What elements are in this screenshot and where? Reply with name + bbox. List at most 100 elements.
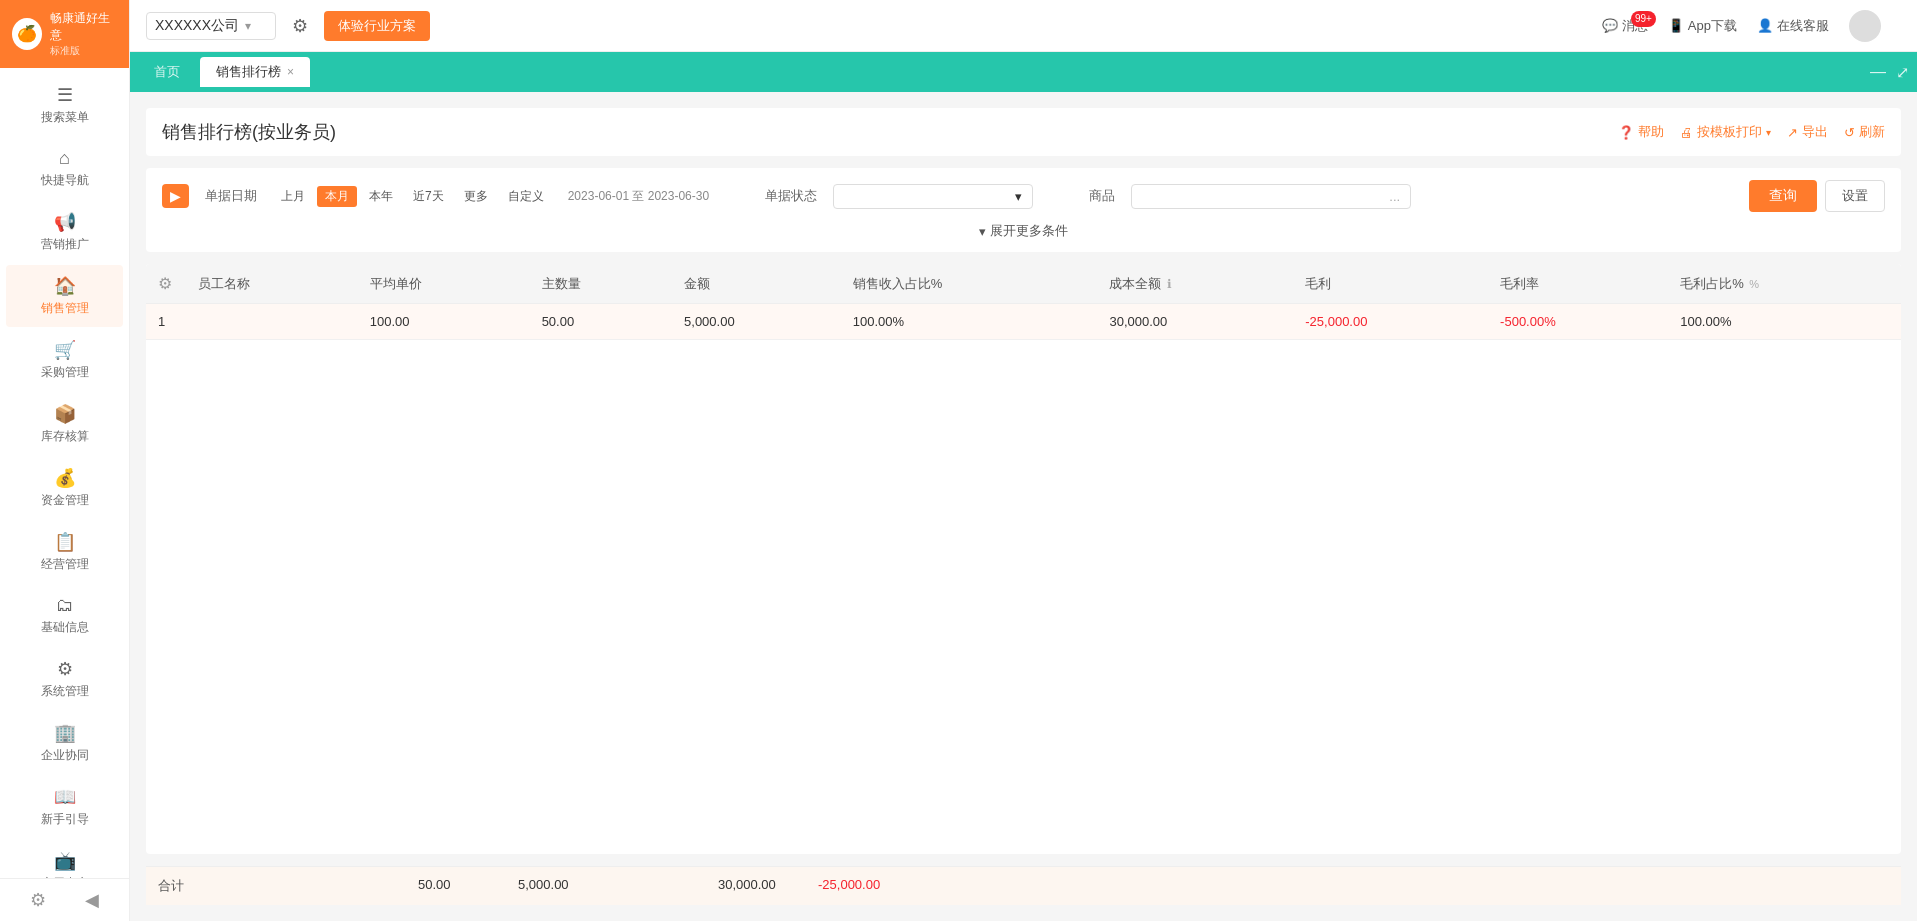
cost-info-icon[interactable]: ℹ (1167, 277, 1172, 291)
row-amount: 5,000.00 (672, 304, 841, 340)
sidebar-item-system[interactable]: ⚙ 系统管理 (6, 648, 123, 710)
finance-icon: 💰 (54, 467, 76, 489)
print-icon: 🖨 (1680, 125, 1693, 140)
sidebar-item-marketing[interactable]: 📢 营销推广 (6, 201, 123, 263)
collapse-sidebar-icon[interactable]: ◀ (85, 889, 99, 911)
export-button[interactable]: ↗ 导出 (1787, 123, 1828, 141)
tab-home[interactable]: 首页 (138, 57, 196, 87)
column-settings-icon[interactable]: ⚙ (158, 275, 172, 292)
col-header-gross-pct: 毛利占比% % (1668, 264, 1901, 304)
query-button[interactable]: 查询 (1749, 180, 1817, 212)
date-tab-this-month[interactable]: 本月 (317, 186, 357, 207)
tab-close-icon[interactable]: × (287, 65, 294, 79)
row-cost: 30,000.00 (1097, 304, 1293, 340)
print-button[interactable]: 🖨 按模板打印 ▾ (1680, 123, 1771, 141)
refresh-button[interactable]: ↺ 刷新 (1844, 123, 1885, 141)
status-filter-label: 单据状态 (765, 187, 817, 205)
table-footer: 合计 50.00 5,000.00 30,000.00 -25,000.00 (146, 866, 1901, 905)
window-minimize-icon[interactable]: — (1870, 63, 1886, 81)
help-button[interactable]: ❓ 帮助 (1618, 123, 1664, 141)
row-gross-rate: -500.00% (1488, 304, 1668, 340)
col-header-amount: 金额 (672, 264, 841, 304)
inventory-icon: 📦 (54, 403, 76, 425)
sales-icon: 🏠 (54, 275, 76, 297)
marketing-icon: 📢 (54, 211, 76, 233)
tab-home-label: 首页 (154, 63, 180, 81)
message-action[interactable]: 💬 消息 99+ (1602, 17, 1648, 35)
date-tab-7-days[interactable]: 近7天 (405, 186, 452, 207)
purchase-icon: 🛒 (54, 339, 76, 361)
sidebar-item-operations[interactable]: 📋 经营管理 (6, 521, 123, 583)
col-header-gross-rate: 毛利率 (1488, 264, 1668, 304)
sidebar-item-inventory[interactable]: 📦 库存核算 (6, 393, 123, 455)
row-gross-pct: 100.00% (1668, 304, 1901, 340)
date-tab-this-year[interactable]: 本年 (361, 186, 401, 207)
date-range-display: 2023-06-01 至 2023-06-30 (568, 188, 709, 205)
sidebar-item-label: 资金管理 (41, 492, 89, 509)
company-selector[interactable]: XXXXXX公司 ▾ (146, 12, 276, 40)
filter-row-1: ▶ 单据日期 上月 本月 本年 近7天 更多 自定义 2023-06-01 至 … (162, 180, 1885, 212)
sidebar-item-label: 快捷导航 (41, 172, 89, 189)
sidebar-item-sales[interactable]: 🏠 销售管理 (6, 265, 123, 327)
sidebar-item-appstore[interactable]: 📺 应用中心 (6, 840, 123, 878)
sidebar-item-finance[interactable]: 💰 资金管理 (6, 457, 123, 519)
refresh-label: 刷新 (1859, 123, 1885, 141)
table-wrapper: ⚙ 员工名称 平均单价 主数量 金额 (146, 264, 1901, 854)
filter-bar: ▶ 单据日期 上月 本月 本年 近7天 更多 自定义 2023-06-01 至 … (146, 168, 1901, 252)
sidebar-item-enterprise[interactable]: 🏢 企业协同 (6, 712, 123, 774)
sidebar-item-label: 采购管理 (41, 364, 89, 381)
sidebar-item-label: 搜索菜单 (41, 109, 89, 126)
settings-bottom-icon[interactable]: ⚙ (30, 889, 46, 911)
app-download-label: App下载 (1688, 17, 1737, 35)
date-tab-last-month[interactable]: 上月 (273, 186, 313, 207)
col-header-avg-price: 平均单价 (358, 264, 530, 304)
sidebar-item-search[interactable]: ☰ 搜索菜单 (6, 74, 123, 136)
goods-input[interactable]: ... (1131, 184, 1411, 209)
col-header-sales-pct: 销售收入占比% (841, 264, 1098, 304)
tab-bar-right: — ⤢ (1870, 63, 1909, 82)
settings-button[interactable]: 设置 (1825, 180, 1885, 212)
tab-sales-ranking[interactable]: 销售排行榜 × (200, 57, 310, 87)
window-maximize-icon[interactable]: ⤢ (1896, 63, 1909, 82)
sidebar: 🍊 畅康通好生意 标准版 ☰ 搜索菜单 ⌂ 快捷导航 📢 营销推广 🏠 销售管理… (0, 0, 130, 921)
tab-bar: 首页 销售排行榜 × — ⤢ (130, 52, 1917, 92)
online-service-label: 在线客服 (1777, 17, 1829, 35)
company-caret-icon: ▾ (245, 19, 251, 33)
app-download-action[interactable]: 📱 App下载 (1668, 17, 1737, 35)
message-icon: 💬 (1602, 18, 1618, 33)
search-menu-icon: ☰ (57, 84, 73, 106)
logo-subtitle: 标准版 (50, 44, 117, 58)
sidebar-item-basic[interactable]: 🗂 基础信息 (6, 585, 123, 646)
status-select[interactable]: ▾ (833, 184, 1033, 209)
goods-filter-label: 商品 (1089, 187, 1115, 205)
row-rank: 1 (146, 304, 186, 340)
topbar-settings-icon[interactable]: ⚙ (288, 11, 312, 41)
expand-filters-button[interactable]: ▾ 展开更多条件 (979, 222, 1068, 240)
sidebar-item-label: 库存核算 (41, 428, 89, 445)
user-avatar[interactable] (1849, 10, 1881, 42)
date-tab-more[interactable]: 更多 (456, 186, 496, 207)
sidebar-logo: 🍊 畅康通好生意 标准版 (0, 0, 129, 68)
service-icon: 👤 (1757, 18, 1773, 33)
date-tab-custom[interactable]: 自定义 (500, 186, 552, 207)
sidebar-item-label: 营销推广 (41, 236, 89, 253)
logo-title: 畅康通好生意 (50, 10, 117, 44)
trial-button[interactable]: 体验行业方案 (324, 11, 430, 41)
sidebar-item-purchase[interactable]: 🛒 采购管理 (6, 329, 123, 391)
col-header-gross: 毛利 (1293, 264, 1488, 304)
footer-total-label: 合计 (158, 878, 184, 893)
footer-gross: -25,000.00 (818, 877, 898, 895)
sidebar-item-label: 基础信息 (41, 619, 89, 636)
row-avg-price: 100.00 (358, 304, 530, 340)
online-service-action[interactable]: 👤 在线客服 (1757, 17, 1829, 35)
newbie-icon: 📖 (54, 786, 76, 808)
sidebar-item-label: 新手引导 (41, 811, 89, 828)
filter-expand-arrow[interactable]: ▶ (162, 184, 189, 208)
sidebar-item-shortcut[interactable]: ⌂ 快捷导航 (6, 138, 123, 199)
gross-pct-info-icon[interactable]: % (1749, 278, 1759, 290)
appstore-icon: 📺 (54, 850, 76, 872)
help-label: 帮助 (1638, 123, 1664, 141)
footer-amount: 5,000.00 (518, 877, 598, 895)
top-bar: XXXXXX公司 ▾ ⚙ 体验行业方案 💬 消息 99+ 📱 App下载 👤 在… (130, 0, 1917, 52)
sidebar-item-newbie[interactable]: 📖 新手引导 (6, 776, 123, 838)
